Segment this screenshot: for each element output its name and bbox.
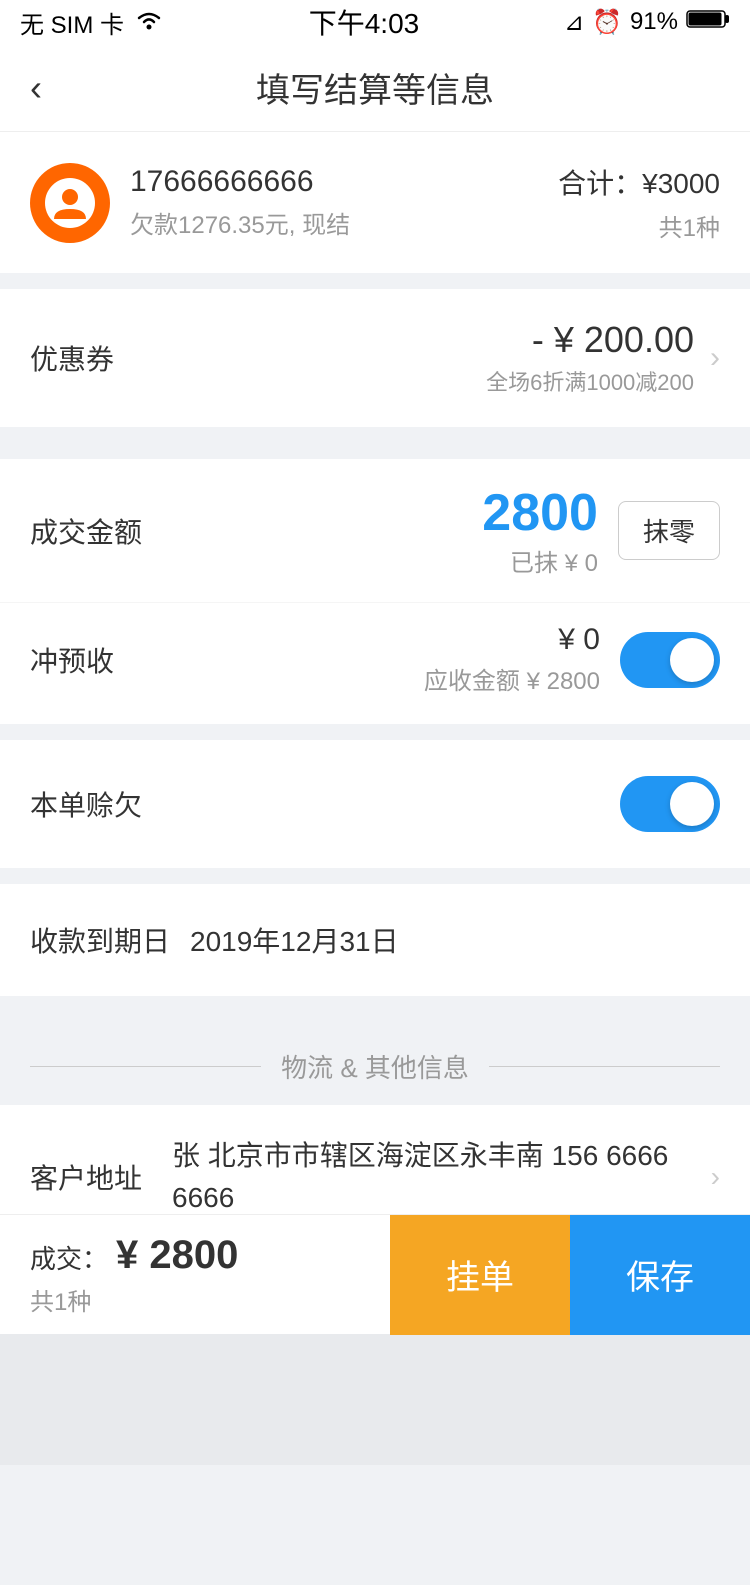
bottom-summary: 成交： ¥ 2800 共1种 xyxy=(0,1233,390,1317)
address-value: 张 北京市市辖区海淀区永丰南 156 6666 6666 xyxy=(172,1135,711,1219)
customer-debt: 欠款1276.35元, 现结 xyxy=(130,205,350,240)
battery-text: 91% xyxy=(630,8,678,36)
content: 17666666666 欠款1276.35元, 现结 合计：¥3000 共1种 … xyxy=(0,132,750,1585)
section-divider-3 xyxy=(0,1012,750,1028)
pending-button[interactable]: 挂单 xyxy=(390,1215,570,1335)
prepay-toggle[interactable] xyxy=(620,632,720,688)
coupon-right: - ¥ 200.00 全场6折满1000减200 xyxy=(486,319,694,397)
prepay-right: ¥ 0 应收金额 ¥ 2800 xyxy=(424,623,720,696)
save-button[interactable]: 保存 xyxy=(570,1215,750,1335)
customer-info: 17666666666 欠款1276.35元, 现结 xyxy=(130,165,350,240)
amount-row: 成交金额 2800 已抹 ¥ 0 抹零 xyxy=(0,459,750,602)
amount-sub: 已抹 ¥ 0 xyxy=(482,543,598,578)
section-divider-1 xyxy=(0,443,750,459)
total-amount: 合计：¥3000 xyxy=(558,162,720,202)
avatar xyxy=(30,163,110,243)
logistics-divider: 物流 & 其他信息 xyxy=(0,1028,750,1105)
status-right: ⊿ ⏰ 91% xyxy=(564,8,730,37)
status-left: 无 SIM 卡 xyxy=(20,5,164,40)
address-chevron-icon: › xyxy=(711,1161,720,1193)
amount-value-area: 2800 已抹 ¥ 0 抹零 xyxy=(482,483,720,578)
coupon-discount: - ¥ 200.00 xyxy=(486,319,694,361)
customer-total: 合计：¥3000 共1种 xyxy=(558,162,720,243)
divider-line-right xyxy=(489,1066,720,1067)
prepay-label: 冲预收 xyxy=(30,640,114,680)
bad-debt-toggle[interactable] xyxy=(620,776,720,832)
coupon-row[interactable]: 优惠券 - ¥ 200.00 全场6折满1000减200 › xyxy=(0,289,750,427)
due-date-label: 收款到期日 xyxy=(30,920,170,960)
location-icon: ⊿ xyxy=(564,8,584,37)
bottom-deal-label: 成交： xyxy=(30,1239,108,1276)
page-title: 填写结算等信息 xyxy=(256,63,494,112)
prepay-amount-area: ¥ 0 应收金额 ¥ 2800 xyxy=(424,623,600,696)
avatar-icon xyxy=(45,178,95,228)
amount-number: 2800 xyxy=(482,483,598,543)
prepay-amount: ¥ 0 xyxy=(424,623,600,657)
bad-debt-section: 本单赊欠 xyxy=(0,740,750,868)
round-button[interactable]: 抹零 xyxy=(618,501,720,560)
divider-line-left xyxy=(30,1066,261,1067)
logistics-text: 物流 & 其他信息 xyxy=(281,1048,469,1085)
due-date-section: 收款到期日 2019年12月31日 xyxy=(0,884,750,996)
alarm-icon: ⏰ xyxy=(592,8,622,37)
customer-card: 17666666666 欠款1276.35元, 现结 合计：¥3000 共1种 xyxy=(0,132,750,273)
bad-debt-label: 本单赊欠 xyxy=(30,784,142,824)
prepay-row: 冲预收 ¥ 0 应收金额 ¥ 2800 xyxy=(0,602,750,724)
customer-left: 17666666666 欠款1276.35元, 现结 xyxy=(30,163,350,243)
prepay-total: 应收金额 ¥ 2800 xyxy=(424,661,600,696)
nav-bar: ‹ 填写结算等信息 xyxy=(0,44,750,132)
amount-section: 成交金额 2800 已抹 ¥ 0 抹零 冲预收 ¥ 0 应收金额 ¥ 2800 xyxy=(0,459,750,724)
due-date-value: 2019年12月31日 xyxy=(190,920,399,960)
address-label: 客户地址 xyxy=(30,1157,142,1197)
wifi-icon xyxy=(134,8,164,37)
amount-number-area: 2800 已抹 ¥ 0 xyxy=(482,483,598,578)
customer-phone: 17666666666 xyxy=(130,165,350,199)
bottom-bar: 成交： ¥ 2800 共1种 挂单 保存 xyxy=(0,1214,750,1334)
total-count: 共1种 xyxy=(558,208,720,243)
coupon-desc: 全场6折满1000减200 xyxy=(486,365,694,397)
status-time: 下午4:03 xyxy=(309,2,420,42)
battery-icon xyxy=(686,8,730,37)
coupon-value: - ¥ 200.00 全场6折满1000减200 › xyxy=(486,319,720,397)
chevron-right-icon: › xyxy=(710,341,720,375)
no-sim-text: 无 SIM 卡 xyxy=(20,5,124,40)
section-divider-2 xyxy=(0,724,750,740)
bottom-amount: ¥ 2800 xyxy=(116,1233,238,1278)
coupon-label: 优惠券 xyxy=(30,338,114,378)
bottom-count: 共1种 xyxy=(30,1282,360,1317)
back-button[interactable]: ‹ xyxy=(30,67,42,109)
due-date-row: 收款到期日 2019年12月31日 xyxy=(0,884,750,996)
amount-label: 成交金额 xyxy=(30,511,142,551)
coupon-section: 优惠券 - ¥ 200.00 全场6折满1000减200 › xyxy=(0,289,750,427)
bad-debt-row: 本单赊欠 xyxy=(0,740,750,868)
status-bar: 无 SIM 卡 下午4:03 ⊿ ⏰ 91% xyxy=(0,0,750,44)
